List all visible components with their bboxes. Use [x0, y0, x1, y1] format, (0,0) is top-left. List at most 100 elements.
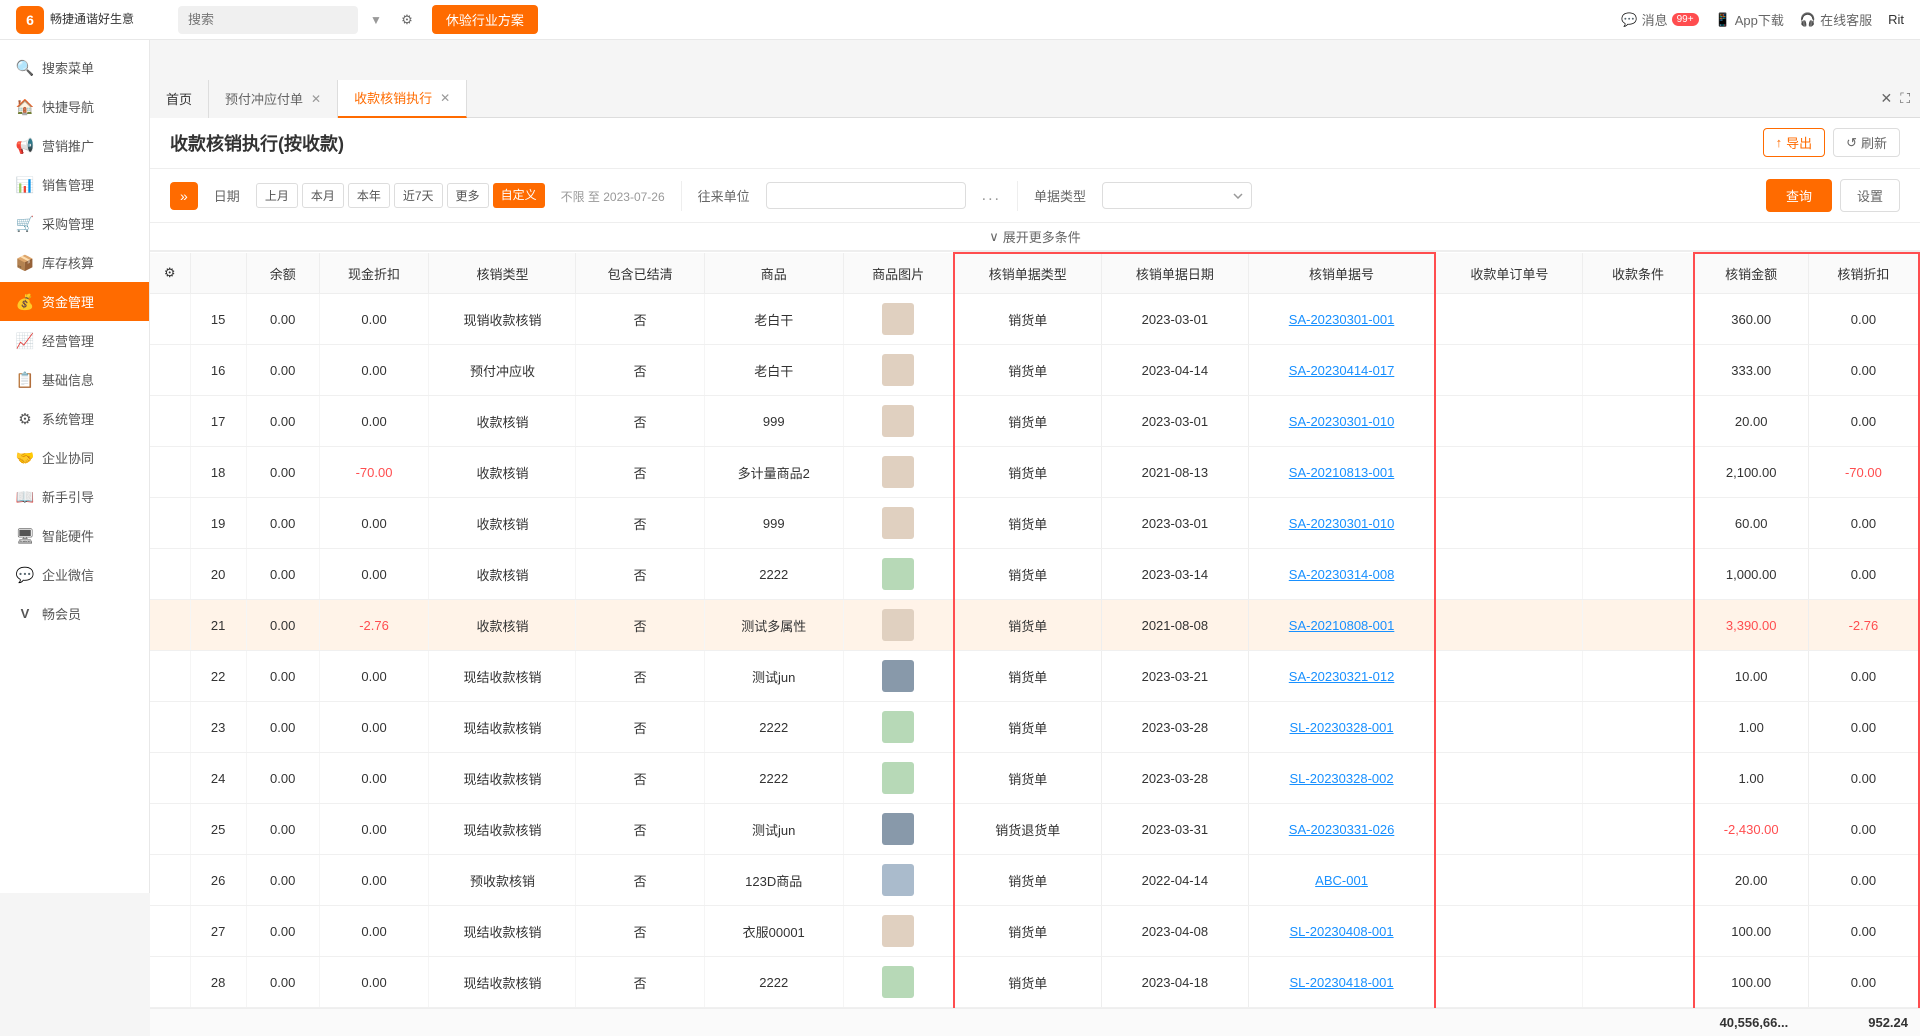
td-balance: 0.00 [246, 906, 319, 957]
marketing-icon: 📢 [16, 137, 34, 155]
td-verify-bill-no[interactable]: SA-20230414-017 [1248, 345, 1435, 396]
td-verify-bill-no[interactable]: SA-20230331-026 [1248, 804, 1435, 855]
date-btn-last-month[interactable]: 上月 [256, 183, 298, 208]
date-btn-7days[interactable]: 近7天 [394, 183, 443, 208]
td-receipt-condition [1583, 702, 1694, 753]
sidebar-item-marketing[interactable]: 📢 营销推广 [0, 126, 149, 165]
bill-type-select[interactable] [1102, 182, 1252, 209]
th-verify-bill-type: 核销单据类型 [954, 253, 1102, 294]
td-included-settled: 否 [576, 906, 704, 957]
td-verify-bill-date: 2023-03-28 [1101, 753, 1248, 804]
settings-btn[interactable]: 设置 [1840, 179, 1900, 212]
sidebar-item-purchase[interactable]: 🛒 采购管理 [0, 204, 149, 243]
date-btn-custom[interactable]: 自定义 [493, 183, 545, 208]
sidebar-item-inventory[interactable]: 📦 库存核算 [0, 243, 149, 282]
dropdown-arrow[interactable]: ▼ [370, 13, 382, 27]
td-cash-discount: 0.00 [319, 396, 429, 447]
sidebar-item-enterprise[interactable]: 🤝 企业协同 [0, 438, 149, 477]
sidebar-item-member[interactable]: V 畅会员 [0, 594, 149, 633]
bill-type-label: 单据类型 [1034, 186, 1086, 205]
th-verify-discount: 核销折扣 [1808, 253, 1919, 294]
sidebar-item-hardware[interactable]: 🖥 智能硬件 [0, 516, 149, 555]
verify-amount-total: 40,556,66... [1720, 1015, 1789, 1030]
td-verify-amount: 3,390.00 [1694, 600, 1809, 651]
message-btn[interactable]: 💬 消息 99+ [1621, 10, 1698, 29]
tab-home[interactable]: 首页 [150, 80, 209, 118]
partner-dots[interactable]: ... [982, 187, 1001, 205]
td-verify-bill-no[interactable]: SL-20230328-002 [1248, 753, 1435, 804]
td-verify-bill-no[interactable]: SA-20230321-012 [1248, 651, 1435, 702]
td-included-settled: 否 [576, 447, 704, 498]
td-verify-bill-no[interactable]: SA-20230314-008 [1248, 549, 1435, 600]
sidebar-item-operations[interactable]: 📈 经营管理 [0, 321, 149, 360]
td-verify-bill-no[interactable]: SL-20230408-001 [1248, 906, 1435, 957]
table-row: 18 0.00 -70.00 收款核销 否 多计量商品2 销货单 2021-08… [150, 447, 1919, 498]
td-verify-bill-date: 2023-04-08 [1101, 906, 1248, 957]
td-verify-bill-no[interactable]: SA-20210808-001 [1248, 600, 1435, 651]
td-verify-bill-type: 销货单 [954, 498, 1102, 549]
td-verify-bill-no[interactable]: SL-20230328-001 [1248, 702, 1435, 753]
chevron-down-icon: ∨ [989, 229, 999, 245]
expand-more-conditions[interactable]: ∨ 展开更多条件 [150, 223, 1920, 251]
td-balance: 0.00 [246, 396, 319, 447]
td-receipt-condition [1583, 600, 1694, 651]
td-verify-discount: 0.00 [1808, 294, 1919, 345]
td-verify-bill-no[interactable]: SL-20230418-001 [1248, 957, 1435, 1008]
tab-close-btn[interactable]: ✕ [1880, 90, 1892, 107]
td-gear [150, 702, 190, 753]
td-included-settled: 否 [576, 549, 704, 600]
filter-expand-btn[interactable]: » [170, 182, 198, 210]
td-verify-bill-no[interactable]: SA-20230301-010 [1248, 498, 1435, 549]
sidebar-item-sales[interactable]: 📊 销售管理 [0, 165, 149, 204]
sidebar-item-quicknav[interactable]: 🏠 快捷导航 [0, 87, 149, 126]
online-service-btn[interactable]: 🎧 在线客服 [1800, 10, 1872, 29]
app-download-btn[interactable]: 📱 App下载 [1715, 10, 1784, 29]
td-verify-bill-type: 销货单 [954, 702, 1102, 753]
query-btn[interactable]: 查询 [1766, 179, 1832, 212]
tab-receipt[interactable]: 收款核销执行 ✕ [338, 80, 467, 118]
sidebar-item-guide[interactable]: 📖 新手引导 [0, 477, 149, 516]
td-gear [150, 651, 190, 702]
sidebar: 🔍 搜索菜单 🏠 快捷导航 📢 营销推广 📊 销售管理 🛒 采购管理 📦 库存核… [0, 40, 150, 893]
td-balance: 0.00 [246, 702, 319, 753]
date-btn-more[interactable]: 更多 [447, 183, 489, 208]
table-row: 17 0.00 0.00 收款核销 否 999 销货单 2023-03-01 S… [150, 396, 1919, 447]
tab-prepay[interactable]: 预付冲应付单 ✕ [209, 80, 338, 118]
td-seq: 25 [190, 804, 246, 855]
sidebar-item-basic[interactable]: 📋 基础信息 [0, 360, 149, 399]
refresh-btn[interactable]: ↺ 刷新 [1833, 128, 1900, 157]
sidebar-item-search[interactable]: 🔍 搜索菜单 [0, 48, 149, 87]
tab-prepay-close[interactable]: ✕ [311, 92, 321, 106]
tab-maximize-btn[interactable]: ⛶ [1900, 90, 1910, 107]
td-balance: 0.00 [246, 600, 319, 651]
message-badge: 99+ [1672, 13, 1699, 26]
partner-input[interactable] [766, 182, 966, 209]
td-verify-bill-no[interactable]: SA-20230301-010 [1248, 396, 1435, 447]
td-verify-bill-no[interactable]: SA-20230301-001 [1248, 294, 1435, 345]
td-balance: 0.00 [246, 651, 319, 702]
search-input[interactable] [178, 6, 358, 34]
sidebar-item-label: 销售管理 [42, 175, 94, 194]
td-product: 2222 [704, 957, 843, 1008]
th-product: 商品 [704, 253, 843, 294]
sidebar-item-wechat[interactable]: 💬 企业微信 [0, 555, 149, 594]
th-gear[interactable]: ⚙ [150, 253, 190, 294]
tab-receipt-close[interactable]: ✕ [440, 91, 450, 105]
date-quick-btns: 上月 本月 本年 近7天 更多 自定义 [256, 183, 545, 208]
td-verify-bill-no[interactable]: ABC-001 [1248, 855, 1435, 906]
sidebar-item-system[interactable]: ⚙ 系统管理 [0, 399, 149, 438]
gear-icon[interactable]: ⚙ [394, 7, 420, 33]
td-product: 老白干 [704, 345, 843, 396]
export-btn[interactable]: ↑ 导出 [1763, 128, 1826, 157]
industry-btn[interactable]: 休验行业方案 [432, 5, 538, 34]
td-verify-amount: 360.00 [1694, 294, 1809, 345]
td-product-img [843, 804, 954, 855]
td-product-img [843, 855, 954, 906]
date-btn-this-month[interactable]: 本月 [302, 183, 344, 208]
td-verify-bill-no[interactable]: SA-20210813-001 [1248, 447, 1435, 498]
td-verify-amount: -2,430.00 [1694, 804, 1809, 855]
td-receipt-condition [1583, 753, 1694, 804]
td-receipt-order-no [1435, 651, 1583, 702]
date-btn-this-year[interactable]: 本年 [348, 183, 390, 208]
sidebar-item-finance[interactable]: 💰 资金管理 [0, 282, 149, 321]
